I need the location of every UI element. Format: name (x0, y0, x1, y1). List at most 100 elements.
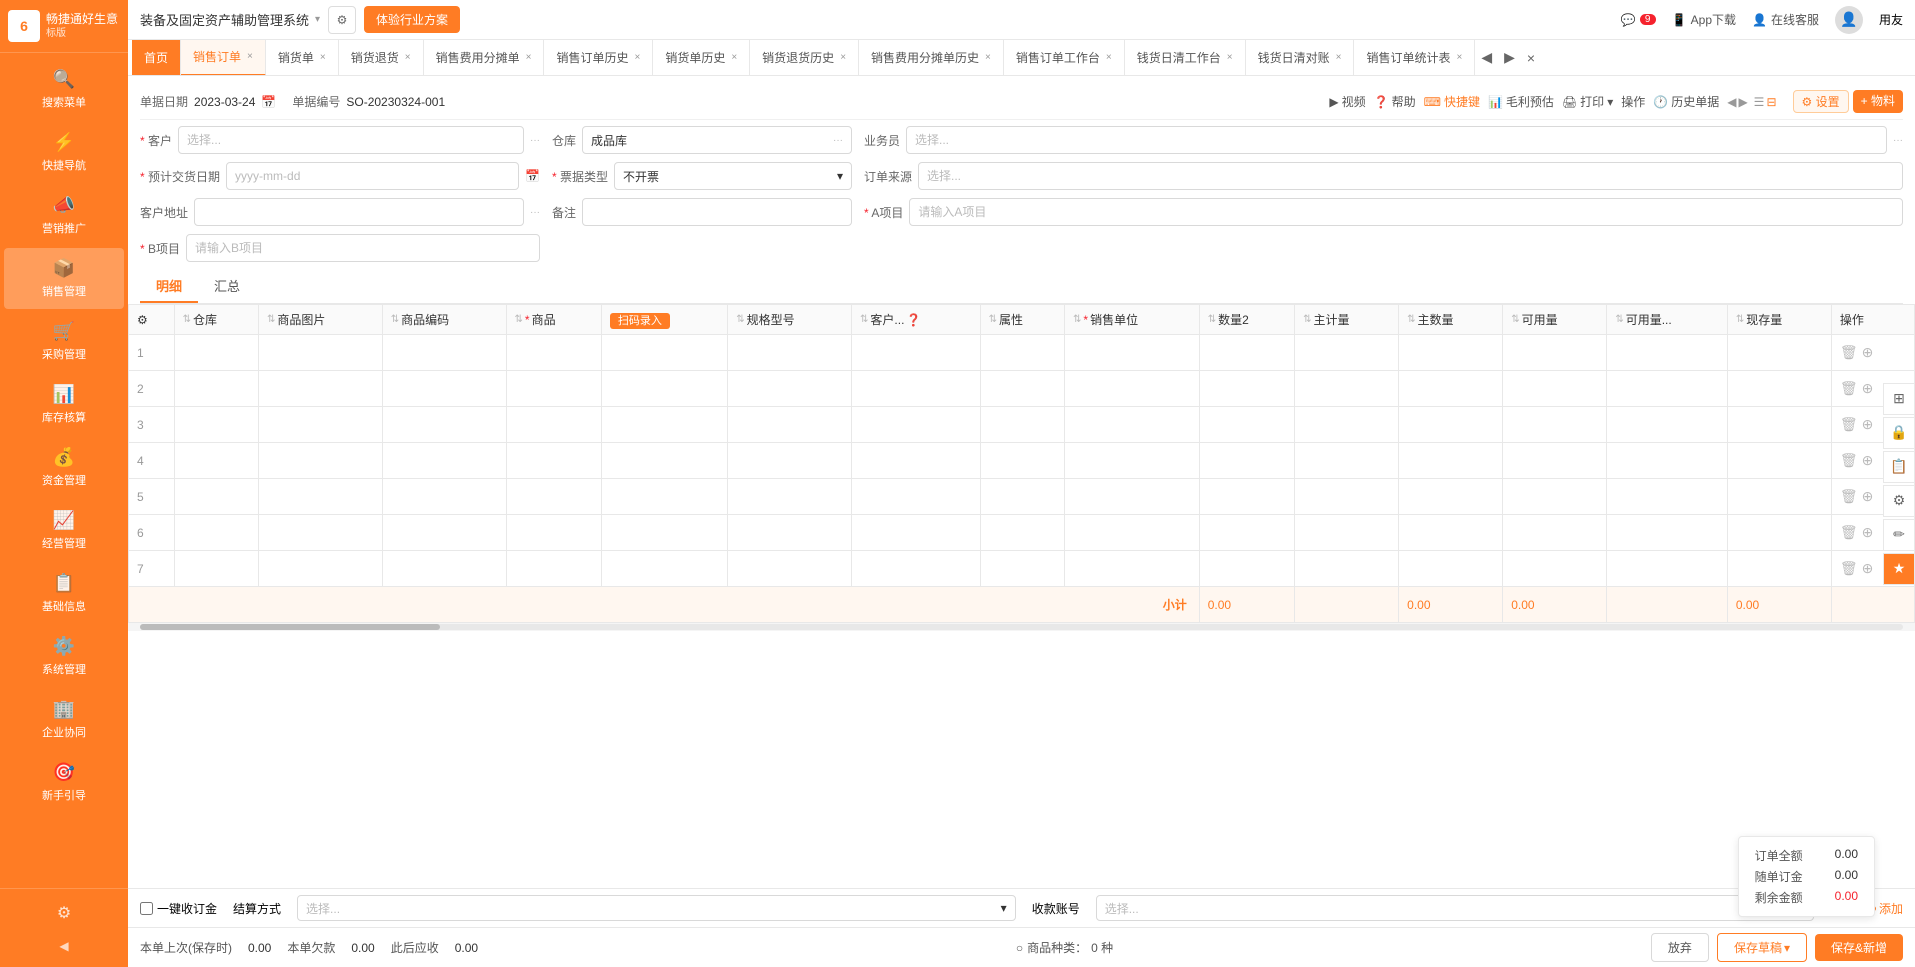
operate-btn[interactable]: 操作 (1621, 93, 1645, 110)
delivery-date-calendar-icon[interactable]: 📅 (525, 169, 540, 183)
sidebar-item-企业协同[interactable]: 🏢企业协同 (4, 689, 124, 750)
copy-row-icon[interactable]: ⊕ (1862, 452, 1874, 469)
tab-close-1[interactable]: × (247, 51, 253, 62)
order-source-input[interactable] (918, 162, 1903, 190)
print-btn[interactable]: 🖨 打印 ▾ (1562, 93, 1613, 110)
view-btn[interactable]: ▶ 视频 (1329, 93, 1365, 110)
sidebar-item-新手引导[interactable]: 🎯新手引导 (4, 752, 124, 813)
col-header-settings[interactable]: ⚙ (129, 305, 175, 335)
sidebar-item-搜索菜单[interactable]: 🔍搜索菜单 (4, 59, 124, 120)
tab-item-1[interactable]: 销售订单× (181, 40, 266, 76)
tab-item-10[interactable]: 钱货日清工作台× (1125, 40, 1246, 76)
add-material-btn[interactable]: + 物料 (1853, 90, 1903, 113)
salesperson-more-icon[interactable]: ··· (1893, 135, 1903, 146)
col-header-scan[interactable]: 扫码录入 (601, 305, 727, 335)
profit-btn[interactable]: 📊 毛利预估 (1488, 93, 1554, 110)
copy-row-icon[interactable]: ⊕ (1862, 524, 1874, 541)
tab-close-9[interactable]: × (1106, 52, 1112, 63)
col-settings-icon[interactable]: ⚙ (137, 313, 148, 327)
tab-close-10[interactable]: × (1227, 52, 1233, 63)
tab-close-11[interactable]: × (1336, 52, 1342, 63)
tab-close-4[interactable]: × (526, 52, 532, 63)
a-project-input[interactable] (909, 198, 1903, 226)
delete-row-icon[interactable]: 🗑 (1840, 524, 1858, 541)
sidebar-item-基础信息[interactable]: 📋基础信息 (4, 563, 124, 624)
tab-item-6[interactable]: 销货单历史× (653, 40, 750, 76)
history-btn[interactable]: 🕐 历史单据 (1653, 93, 1719, 110)
delete-row-icon[interactable]: 🗑 (1840, 344, 1858, 361)
sidebar-item-销售管理[interactable]: 📦销售管理 (4, 248, 124, 309)
copy-row-icon[interactable]: ⊕ (1862, 344, 1874, 361)
tab-nav-prev[interactable]: ◀ (1475, 49, 1498, 66)
customer-input[interactable] (178, 126, 524, 154)
nav-next-icon[interactable]: ▶ (1738, 95, 1747, 109)
tab-item-7[interactable]: 销货退货历史× (750, 40, 859, 76)
app-title-dropdown-icon[interactable]: ▾ (315, 14, 320, 25)
tab-item-12[interactable]: 销售订单统计表× (1354, 40, 1475, 76)
tab-item-3[interactable]: 销货退货× (339, 40, 424, 76)
user-avatar[interactable]: 👤 (1835, 6, 1863, 34)
float-btn-2[interactable]: 🔒 (1883, 417, 1915, 449)
copy-row-icon[interactable]: ⊕ (1862, 488, 1874, 505)
delete-row-icon[interactable]: 🗑 (1840, 452, 1858, 469)
customer-more-icon[interactable]: ··· (530, 135, 540, 146)
app-settings-btn[interactable]: ⚙ (328, 6, 356, 34)
float-btn-1[interactable]: ⊞ (1883, 383, 1915, 415)
scroll-bar-area[interactable] (128, 623, 1915, 631)
tab-item-8[interactable]: 销售费用分摊单历史× (859, 40, 1004, 76)
addr-more-icon[interactable]: ··· (530, 207, 540, 218)
tab-close-3[interactable]: × (405, 52, 411, 63)
float-btn-5[interactable]: ✏ (1883, 519, 1915, 551)
one-click-order-check[interactable] (140, 902, 153, 915)
float-btn-3[interactable]: 📋 (1883, 451, 1915, 483)
sidebar-item-库存核算[interactable]: 📊库存核算 (4, 374, 124, 435)
salesperson-input[interactable] (906, 126, 1887, 154)
float-btn-6[interactable]: ★ (1883, 553, 1915, 585)
receipt-account-select[interactable]: 选择... ··· (1096, 895, 1815, 921)
one-click-order-checkbox[interactable]: 一键收订金 (140, 900, 217, 917)
save-new-btn[interactable]: 保存&新增 (1815, 934, 1903, 961)
detail-tab-1[interactable]: 汇总 (198, 270, 256, 303)
col-header-action[interactable]: 操作 (1831, 305, 1914, 335)
copy-row-icon[interactable]: ⊕ (1862, 380, 1874, 397)
detail-tab-0[interactable]: 明细 (140, 270, 198, 303)
tab-item-2[interactable]: 销货单× (266, 40, 339, 76)
customer-addr-input[interactable] (194, 198, 524, 226)
tab-item-0[interactable]: 首页 (132, 40, 181, 76)
delivery-date-input[interactable] (226, 162, 519, 190)
app-download-btn[interactable]: 📱 App下载 (1672, 11, 1736, 28)
sidebar-settings[interactable]: ⚙ (4, 897, 124, 929)
payment-method-select[interactable]: 选择... ▾ (297, 895, 1016, 921)
tab-close-7[interactable]: × (840, 52, 846, 63)
sidebar-item-资金管理[interactable]: 💰资金管理 (4, 437, 124, 498)
settings-panel-btn[interactable]: ⚙ 设置 (1793, 90, 1849, 113)
save-draft-btn[interactable]: 保存草稿 ▾ (1717, 933, 1807, 962)
note-input[interactable] (582, 198, 852, 226)
tab-close-6[interactable]: × (731, 52, 737, 63)
copy-row-icon[interactable]: ⊕ (1862, 416, 1874, 433)
delete-row-icon[interactable]: 🗑 (1840, 416, 1858, 433)
sidebar-item-经营管理[interactable]: 📈经营管理 (4, 500, 124, 561)
sidebar-item-快捷导航[interactable]: ⚡快捷导航 (4, 122, 124, 183)
sidebar-item-系统管理[interactable]: ⚙️系统管理 (4, 626, 124, 687)
industry-btn[interactable]: 体验行业方案 (364, 6, 460, 33)
sidebar-item-营销推广[interactable]: 📣营销推广 (4, 185, 124, 246)
help-btn[interactable]: ❓ 帮助 (1374, 93, 1416, 110)
tab-nav-next[interactable]: ▶ (1498, 49, 1521, 66)
view-mode-list-icon[interactable]: ☰ (1754, 95, 1765, 109)
view-mode-grid-icon[interactable]: ⊟ (1766, 95, 1776, 109)
tab-item-11[interactable]: 钱货日清对账× (1246, 40, 1355, 76)
delete-row-icon[interactable]: 🗑 (1840, 560, 1858, 577)
copy-row-icon[interactable]: ⊕ (1862, 560, 1874, 577)
tab-item-5[interactable]: 销售订单历史× (544, 40, 653, 76)
discard-btn[interactable]: 放弃 (1651, 933, 1709, 962)
sidebar-item-采购管理[interactable]: 🛒采购管理 (4, 311, 124, 372)
tab-close-2[interactable]: × (320, 52, 326, 63)
tab-item-9[interactable]: 销售订单工作台× (1004, 40, 1125, 76)
messages-btn[interactable]: 💬 9 (1621, 13, 1656, 27)
scan-btn[interactable]: 扫码录入 (610, 313, 670, 329)
warehouse-select[interactable]: 成品库 ··· (582, 126, 852, 154)
tab-item-4[interactable]: 销售费用分摊单× (424, 40, 545, 76)
tab-close-all[interactable]: × (1521, 50, 1541, 66)
float-btn-4[interactable]: ⚙ (1883, 485, 1915, 517)
